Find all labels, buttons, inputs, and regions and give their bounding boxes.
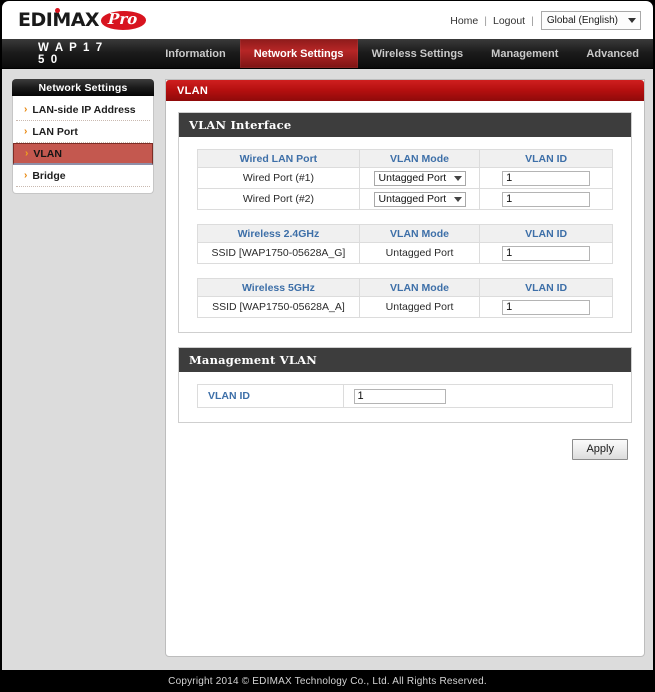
content-inner: VLAN Interface Wired LAN Port VLAN Mode … <box>166 101 644 460</box>
footer: Copyright 2014 © EDIMAX Technology Co., … <box>0 670 655 692</box>
sidebar-item-label: LAN-side IP Address <box>32 103 136 116</box>
wired-port-2-vlan-id-cell <box>479 188 613 210</box>
column-header-wired-lan-port: Wired LAN Port <box>197 149 360 168</box>
ssid-5ghz-vlan-id-cell <box>479 296 613 318</box>
column-header-wireless-5ghz: Wireless 5GHz <box>197 278 360 297</box>
table-row: SSID [WAP1750-05628A_G] Untagged Port <box>197 242 613 264</box>
wired-port-2-mode-select[interactable]: Untagged Port <box>373 191 466 207</box>
content-panel: VLAN VLAN Interface Wired LAN Port VLAN … <box>165 79 645 657</box>
management-vlan-table: VLAN ID <box>197 384 613 408</box>
tab-network-settings[interactable]: Network Settings <box>239 39 358 68</box>
table-header-row: Wireless 5GHz VLAN Mode VLAN ID <box>197 278 613 297</box>
sidebar: Network Settings › LAN-side IP Address ›… <box>12 79 154 677</box>
sidebar-item-label: VLAN <box>33 147 62 160</box>
sidebar-item-bridge[interactable]: › Bridge <box>16 165 150 187</box>
tab-wireless-settings[interactable]: Wireless Settings <box>358 39 478 68</box>
table-header-row: Wired LAN Port VLAN Mode VLAN ID <box>197 149 613 168</box>
sidebar-item-vlan[interactable]: › VLAN <box>13 143 153 165</box>
nav-tab-list: Information Network Settings Wireless Se… <box>151 39 653 68</box>
edimax-pro-logo: EDIMAX Pro <box>18 7 147 32</box>
header-separator-1: | <box>484 14 487 27</box>
wireless-24ghz-table: Wireless 2.4GHz VLAN Mode VLAN ID SSID [… <box>197 224 613 264</box>
column-header-vlan-id: VLAN ID <box>479 278 613 297</box>
wired-port-2-vlan-id-input[interactable] <box>502 191 591 207</box>
ssid-24ghz-vlan-id-cell <box>479 242 613 264</box>
sidebar-item-list: › LAN-side IP Address › LAN Port › VLAN … <box>12 96 154 194</box>
table-row: SSID [WAP1750-05628A_A] Untagged Port <box>197 296 613 318</box>
management-vlan-id-label: VLAN ID <box>197 384 344 408</box>
column-header-vlan-mode: VLAN Mode <box>358 278 481 297</box>
tab-advanced[interactable]: Advanced <box>572 39 653 68</box>
sidebar-item-label: Bridge <box>32 169 66 182</box>
column-header-wireless-24ghz: Wireless 2.4GHz <box>197 224 360 243</box>
table-row: Wired Port (#1) Untagged Port <box>197 167 613 189</box>
language-select[interactable]: Global (English) <box>540 11 641 30</box>
site-header: EDIMAX Pro Home | Logout | Global (Engli… <box>2 1 653 39</box>
management-vlan-section-body: VLAN ID <box>179 372 631 422</box>
page-body: Network Settings › LAN-side IP Address ›… <box>2 69 653 677</box>
management-vlan-id-cell <box>342 384 613 408</box>
logo-wordmark: EDIMAX <box>18 7 100 30</box>
tab-management[interactable]: Management <box>477 39 572 68</box>
ssid-5ghz-mode-cell: Untagged Port <box>358 296 481 318</box>
management-vlan-section-title: Management VLAN <box>179 348 631 372</box>
browser-page: EDIMAX Pro Home | Logout | Global (Engli… <box>0 1 655 692</box>
main-navigation: W A P 1 7 5 0 Information Network Settin… <box>2 39 653 69</box>
wireless-5ghz-table: Wireless 5GHz VLAN Mode VLAN ID SSID [WA… <box>197 278 613 318</box>
column-header-vlan-id: VLAN ID <box>479 224 613 243</box>
column-header-vlan-mode: VLAN Mode <box>358 149 481 168</box>
chevron-down-icon <box>453 196 462 202</box>
table-row: VLAN ID <box>197 384 613 408</box>
wired-port-1-vlan-id-cell <box>479 167 613 189</box>
wired-port-1-vlan-id-input[interactable] <box>502 170 591 186</box>
management-vlan-id-input[interactable] <box>353 388 446 404</box>
wired-port-1-mode-select[interactable]: Untagged Port <box>373 170 466 186</box>
sidebar-item-label: LAN Port <box>32 125 78 138</box>
wired-port-1-label: Wired Port (#1) <box>197 167 360 189</box>
column-header-vlan-mode: VLAN Mode <box>358 224 481 243</box>
chevron-right-icon: › <box>24 103 28 115</box>
column-header-vlan-id: VLAN ID <box>479 149 613 168</box>
tab-information[interactable]: Information <box>151 39 240 68</box>
page-title: VLAN <box>166 80 644 101</box>
apply-button[interactable]: Apply <box>572 439 628 460</box>
logout-link[interactable]: Logout <box>490 15 528 27</box>
wired-port-2-mode-cell: Untagged Port <box>358 188 481 210</box>
select-value: Untagged Port <box>378 193 447 205</box>
chevron-right-icon: › <box>24 169 28 181</box>
select-value: Untagged Port <box>378 172 447 184</box>
ssid-5ghz-label: SSID [WAP1750-05628A_A] <box>197 296 360 318</box>
logo-pro-badge: Pro <box>100 10 147 30</box>
wired-lan-port-table: Wired LAN Port VLAN Mode VLAN ID Wired P… <box>197 149 613 210</box>
management-vlan-section: Management VLAN VLAN ID <box>178 347 632 423</box>
table-header-row: Wireless 2.4GHz VLAN Mode VLAN ID <box>197 224 613 243</box>
home-link[interactable]: Home <box>447 15 481 27</box>
vlan-interface-section-title: VLAN Interface <box>179 113 631 137</box>
ssid-24ghz-mode-value: Untagged Port <box>385 247 454 259</box>
wired-port-1-mode-cell: Untagged Port <box>358 167 481 189</box>
chevron-right-icon: › <box>25 147 29 159</box>
table-row: Wired Port (#2) Untagged Port <box>197 188 613 210</box>
chevron-down-icon <box>453 175 462 181</box>
form-actions: Apply <box>178 437 632 460</box>
chevron-down-icon <box>628 17 636 23</box>
ssid-5ghz-vlan-id-input[interactable] <box>502 299 591 315</box>
language-select-value: Global (English) <box>546 14 618 26</box>
header-actions: Home | Logout | Global (English) <box>447 11 641 30</box>
sidebar-item-lan-port[interactable]: › LAN Port <box>16 121 150 143</box>
wired-port-2-label: Wired Port (#2) <box>197 188 360 210</box>
ssid-24ghz-vlan-id-input[interactable] <box>502 245 591 261</box>
ssid-5ghz-mode-value: Untagged Port <box>385 301 454 313</box>
chevron-right-icon: › <box>24 125 28 137</box>
ssid-24ghz-label: SSID [WAP1750-05628A_G] <box>197 242 360 264</box>
copyright-text: Copyright 2014 © EDIMAX Technology Co., … <box>168 675 487 687</box>
logo-dot-icon <box>55 7 60 13</box>
vlan-interface-section-body: Wired LAN Port VLAN Mode VLAN ID Wired P… <box>179 137 631 332</box>
ssid-24ghz-mode-cell: Untagged Port <box>358 242 481 264</box>
header-separator-2: | <box>531 14 534 27</box>
sidebar-title: Network Settings <box>12 79 154 96</box>
device-model-label: W A P 1 7 5 0 <box>38 41 104 66</box>
sidebar-item-lan-side-ip-address[interactable]: › LAN-side IP Address <box>16 99 150 121</box>
vlan-interface-section: VLAN Interface Wired LAN Port VLAN Mode … <box>178 112 632 333</box>
